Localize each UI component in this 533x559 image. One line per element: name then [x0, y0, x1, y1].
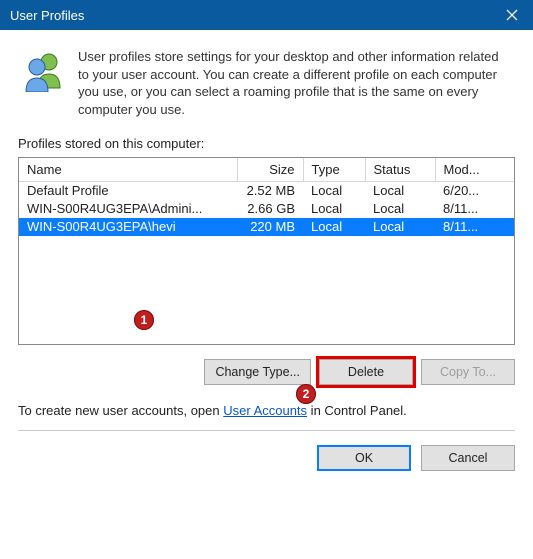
- cell-status: Local: [365, 200, 435, 218]
- cell-modified: 6/20...: [435, 182, 514, 201]
- user-accounts-link[interactable]: User Accounts: [223, 403, 307, 418]
- user-profiles-icon: [22, 48, 66, 95]
- cancel-button[interactable]: Cancel: [421, 445, 515, 471]
- cell-type: Local: [303, 218, 365, 236]
- intro-section: User profiles store settings for your de…: [22, 48, 507, 118]
- col-name[interactable]: Name: [19, 158, 237, 182]
- profiles-label: Profiles stored on this computer:: [18, 136, 515, 151]
- annotation-marker-2: 2: [296, 384, 316, 404]
- cell-status: Local: [365, 218, 435, 236]
- create-accounts-text: To create new user accounts, open User A…: [18, 403, 515, 418]
- cell-modified: 8/11...: [435, 200, 514, 218]
- copy-to-button: Copy To...: [421, 359, 515, 385]
- cell-modified: 8/11...: [435, 218, 514, 236]
- create-accounts-suffix: in Control Panel.: [307, 403, 407, 418]
- profiles-grid[interactable]: Name Size Type Status Mod... Default Pro…: [18, 157, 515, 345]
- footer-buttons: OK Cancel: [18, 445, 515, 471]
- intro-text: User profiles store settings for your de…: [78, 48, 507, 118]
- cell-type: Local: [303, 200, 365, 218]
- table-row[interactable]: WIN-S00R4UG3EPA\Admini...2.66 GBLocalLoc…: [19, 200, 514, 218]
- table-row[interactable]: Default Profile2.52 MBLocalLocal6/20...: [19, 182, 514, 201]
- delete-button[interactable]: Delete: [319, 359, 413, 385]
- cell-size: 2.52 MB: [237, 182, 303, 201]
- change-type-button[interactable]: Change Type...: [204, 359, 311, 385]
- dialog-body: User profiles store settings for your de…: [0, 30, 533, 487]
- divider: [18, 430, 515, 431]
- cell-type: Local: [303, 182, 365, 201]
- close-icon[interactable]: [491, 0, 533, 30]
- col-type[interactable]: Type: [303, 158, 365, 182]
- cell-name: WIN-S00R4UG3EPA\hevi: [19, 218, 237, 236]
- ok-button[interactable]: OK: [317, 445, 411, 471]
- profile-buttons: Change Type... Delete Copy To...: [18, 359, 515, 385]
- col-modified[interactable]: Mod...: [435, 158, 514, 182]
- col-status[interactable]: Status: [365, 158, 435, 182]
- cell-size: 2.66 GB: [237, 200, 303, 218]
- window-title: User Profiles: [10, 8, 84, 23]
- cell-name: Default Profile: [19, 182, 237, 201]
- titlebar[interactable]: User Profiles: [0, 0, 533, 30]
- table-row[interactable]: WIN-S00R4UG3EPA\hevi220 MBLocalLocal8/11…: [19, 218, 514, 236]
- col-size[interactable]: Size: [237, 158, 303, 182]
- cell-status: Local: [365, 182, 435, 201]
- create-accounts-prefix: To create new user accounts, open: [18, 403, 223, 418]
- cell-name: WIN-S00R4UG3EPA\Admini...: [19, 200, 237, 218]
- column-headers[interactable]: Name Size Type Status Mod...: [19, 158, 514, 182]
- annotation-marker-1: 1: [134, 310, 154, 330]
- cell-size: 220 MB: [237, 218, 303, 236]
